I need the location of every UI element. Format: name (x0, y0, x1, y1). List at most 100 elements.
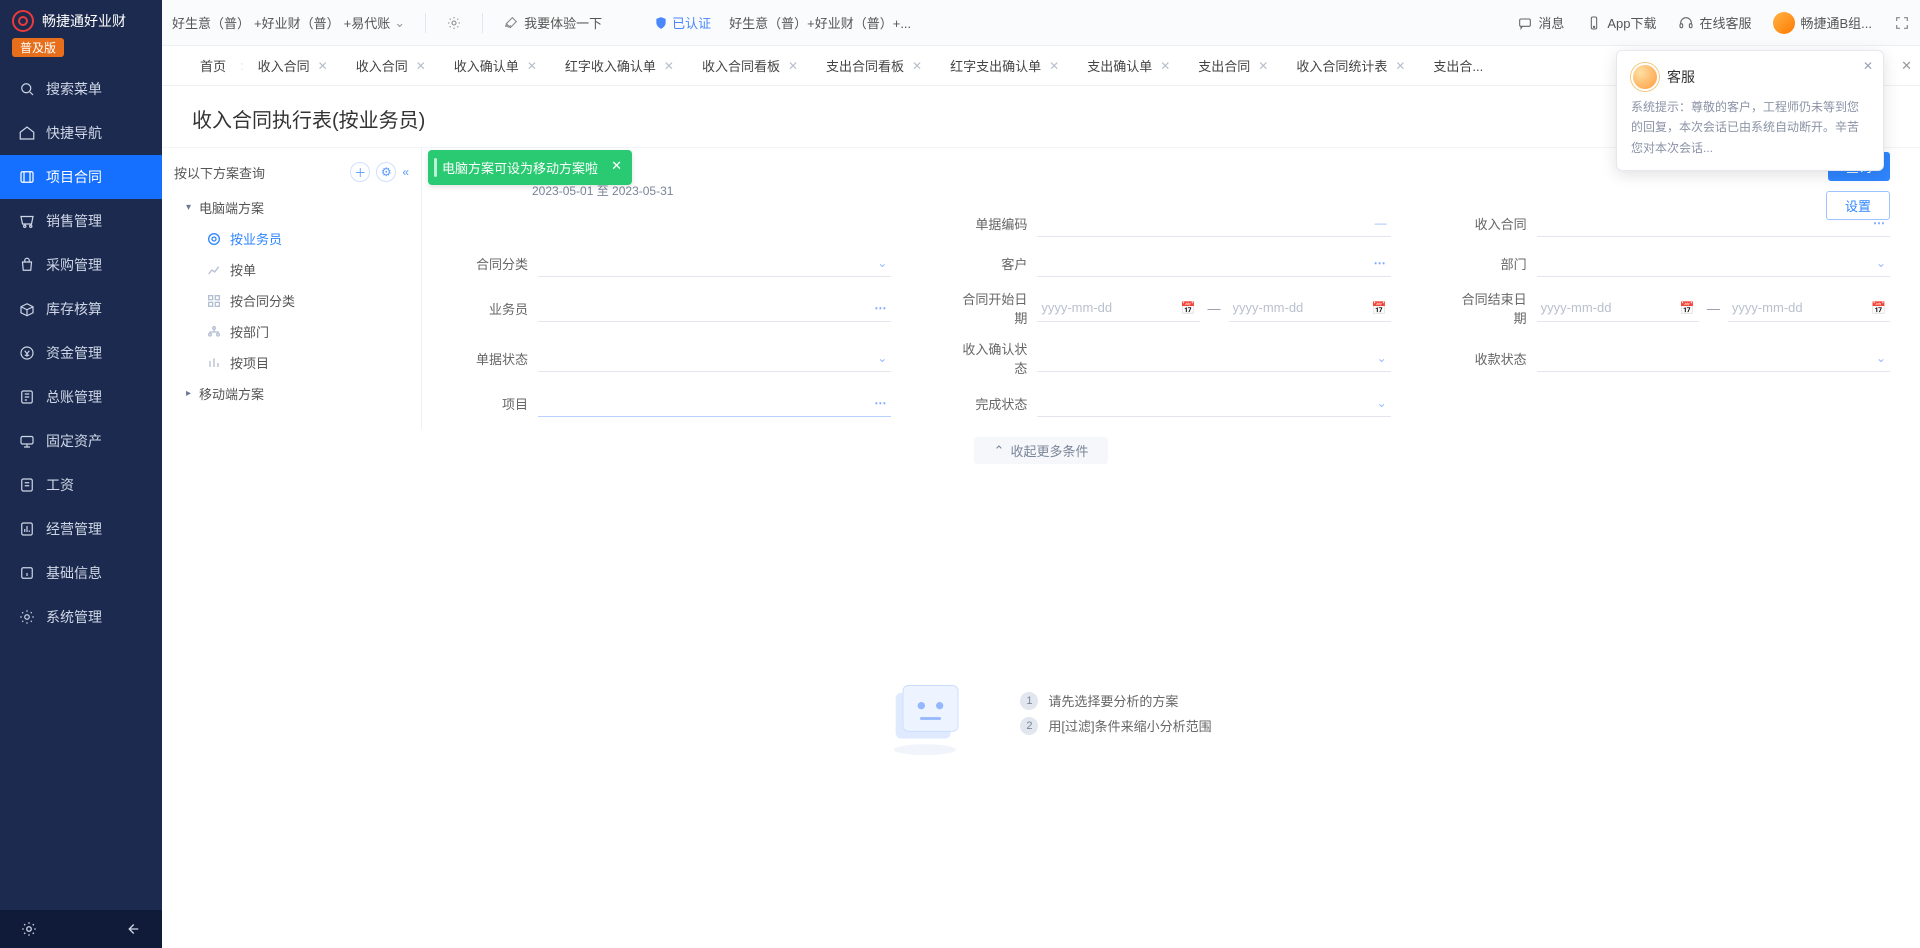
nav-wage[interactable]: 工资 (0, 463, 162, 507)
scheme-by-doc[interactable]: 按单 (182, 254, 413, 285)
field-label: 合同结束日期 (1451, 289, 1537, 327)
project-input[interactable] (538, 389, 891, 417)
tip-text: 电脑方案可设为移动方案啦 (442, 161, 598, 176)
add-scheme-button[interactable]: ＋ (350, 162, 370, 182)
close-popover-icon[interactable]: ✕ (1863, 59, 1873, 73)
finish-status-select[interactable] (1037, 389, 1390, 417)
contract-start-to-input[interactable] (1229, 294, 1391, 322)
contract-start-from-input[interactable] (1037, 294, 1199, 322)
payment-status-select[interactable] (1537, 344, 1890, 372)
tab-income-contract[interactable]: 收入合同✕ (244, 56, 342, 75)
field-confirm-status: 收入确认状态 ⌄ (951, 339, 1390, 377)
tab-expense-contract[interactable]: 支出合同✕ (1184, 56, 1282, 75)
salesman-input[interactable] (538, 294, 891, 322)
tab-income-contract-2[interactable]: 收入合同 ✕ (342, 56, 440, 75)
nav-label: 采购管理 (46, 255, 102, 275)
close-icon[interactable]: ✕ (1395, 59, 1405, 73)
settings-icon[interactable] (20, 920, 38, 938)
gear-button[interactable] (446, 15, 462, 31)
nav-sales[interactable]: 销售管理 (0, 199, 162, 243)
dash-icon: — (1707, 301, 1720, 316)
date-range-display: 2023-05-01 至 2023-05-31 (532, 182, 1890, 199)
close-icon[interactable]: ✕ (1258, 59, 1268, 73)
close-icon[interactable]: ✕ (527, 59, 537, 73)
message-link[interactable]: 消息 (1517, 13, 1564, 32)
tab-income-contract-stats[interactable]: 收入合同统计表✕ (1282, 56, 1419, 75)
tab-label: 收入合同 (356, 56, 408, 75)
user-menu[interactable]: 畅捷通B组... (1773, 12, 1872, 34)
close-icon[interactable]: ✕ (912, 59, 922, 73)
close-icon[interactable]: ✕ (1160, 59, 1170, 73)
collapse-conditions-button[interactable]: ⌃ 收起更多条件 (974, 437, 1109, 464)
nav-ledger[interactable]: 总账管理 (0, 375, 162, 419)
close-icon[interactable]: ✕ (318, 59, 328, 73)
income-contract-input[interactable] (1537, 209, 1890, 237)
tab-income-confirm[interactable]: 收入确认单 ✕ (440, 56, 551, 75)
contract-end-to-input[interactable] (1728, 294, 1890, 322)
tab-income-board[interactable]: 收入合同看板✕ (688, 56, 812, 75)
nav-label: 库存核算 (46, 299, 102, 319)
message-label: 消息 (1538, 13, 1564, 32)
close-icon[interactable]: ✕ (788, 59, 798, 73)
app-download-link[interactable]: App下载 (1586, 13, 1656, 32)
customer-input[interactable] (1037, 249, 1390, 277)
nav-search[interactable]: 搜索菜单 (0, 67, 162, 111)
nav-label: 项目合同 (46, 167, 102, 187)
empty-illustration-icon (870, 658, 980, 768)
contract-class-select[interactable] (538, 249, 891, 277)
scheme-by-salesman[interactable]: 按业务员 (182, 223, 413, 254)
nav-label: 搜索菜单 (46, 79, 102, 99)
tab-label: 红字支出确认单 (950, 56, 1041, 75)
nav-quicknav[interactable]: 快捷导航 (0, 111, 162, 155)
field-label: 合同分类 (452, 254, 538, 273)
department-select[interactable] (1537, 249, 1890, 277)
confirm-status-select[interactable] (1037, 344, 1390, 372)
product-breadcrumb[interactable]: 好生意（普） +好业财（普） +易代账 ⌄ (172, 13, 405, 32)
doc-status-select[interactable] (538, 344, 891, 372)
grid-icon (206, 293, 222, 309)
scheme-settings-button[interactable]: ⚙ (376, 162, 396, 182)
contract-end-from-input[interactable] (1537, 294, 1699, 322)
info-icon (18, 564, 36, 582)
scheme-by-dept[interactable]: 按部门 (182, 316, 413, 347)
nav-project-contract[interactable]: 项目合同 (0, 155, 162, 199)
topbar-right: 消息 App下载 在线客服 畅捷通B组... (1517, 12, 1910, 34)
tab-red-income-confirm[interactable]: 红字收入确认单✕ (551, 56, 688, 75)
tab-expense-confirm[interactable]: 支出确认单✕ (1073, 56, 1184, 75)
nav-system[interactable]: 系统管理 (0, 595, 162, 639)
scheme-by-class[interactable]: 按合同分类 (182, 285, 413, 316)
field-doc-no: 单据编码 — (951, 209, 1390, 237)
tab-red-expense-confirm[interactable]: 红字支出确认单 ✕ (936, 56, 1073, 75)
online-service-label: 在线客服 (1699, 13, 1751, 32)
collapse-sidebar-icon[interactable] (124, 920, 142, 938)
nav-label: 固定资产 (46, 431, 102, 451)
nav-funds[interactable]: 资金管理 (0, 331, 162, 375)
tab-expense-trunc[interactable]: 支出合... (1419, 56, 1497, 75)
close-icon[interactable]: ✕ (664, 59, 674, 73)
nav-purchase[interactable]: 采购管理 (0, 243, 162, 287)
nav-business[interactable]: 经营管理 (0, 507, 162, 551)
close-tip-icon[interactable]: ✕ (611, 158, 622, 174)
tab-expense-board[interactable]: 支出合同看板✕ (812, 56, 936, 75)
close-icon[interactable]: ✕ (1049, 59, 1059, 73)
scheme-group-mobile[interactable]: ▸移动端方案 (182, 378, 413, 409)
nav-basic-info[interactable]: 基础信息 (0, 551, 162, 595)
fullscreen-icon[interactable] (1894, 15, 1910, 31)
online-service-link[interactable]: 在线客服 (1678, 13, 1751, 32)
divider (482, 13, 483, 33)
nav-inventory[interactable]: 库存核算 (0, 287, 162, 331)
close-all-tabs-icon[interactable]: ✕ (1901, 58, 1912, 74)
doc-no-input[interactable] (1037, 209, 1390, 237)
scheme-group-pc[interactable]: ▾电脑端方案 (182, 192, 413, 223)
nav-fixed-assets[interactable]: 固定资产 (0, 419, 162, 463)
tab-home[interactable]: 首页 (186, 56, 240, 75)
scheme-by-project[interactable]: 按项目 (182, 347, 413, 378)
close-icon[interactable]: ✕ (416, 59, 426, 73)
collapse-scheme-icon[interactable]: « (402, 165, 409, 179)
tab-label: 收入确认单 (454, 56, 519, 75)
tab-label: 首页 (200, 56, 226, 75)
try-experience-link[interactable]: 我要体验一下 (503, 13, 602, 32)
avatar-icon (1773, 12, 1795, 34)
verified-badge[interactable]: 已认证 (654, 13, 711, 32)
try-label: 我要体验一下 (524, 13, 602, 32)
